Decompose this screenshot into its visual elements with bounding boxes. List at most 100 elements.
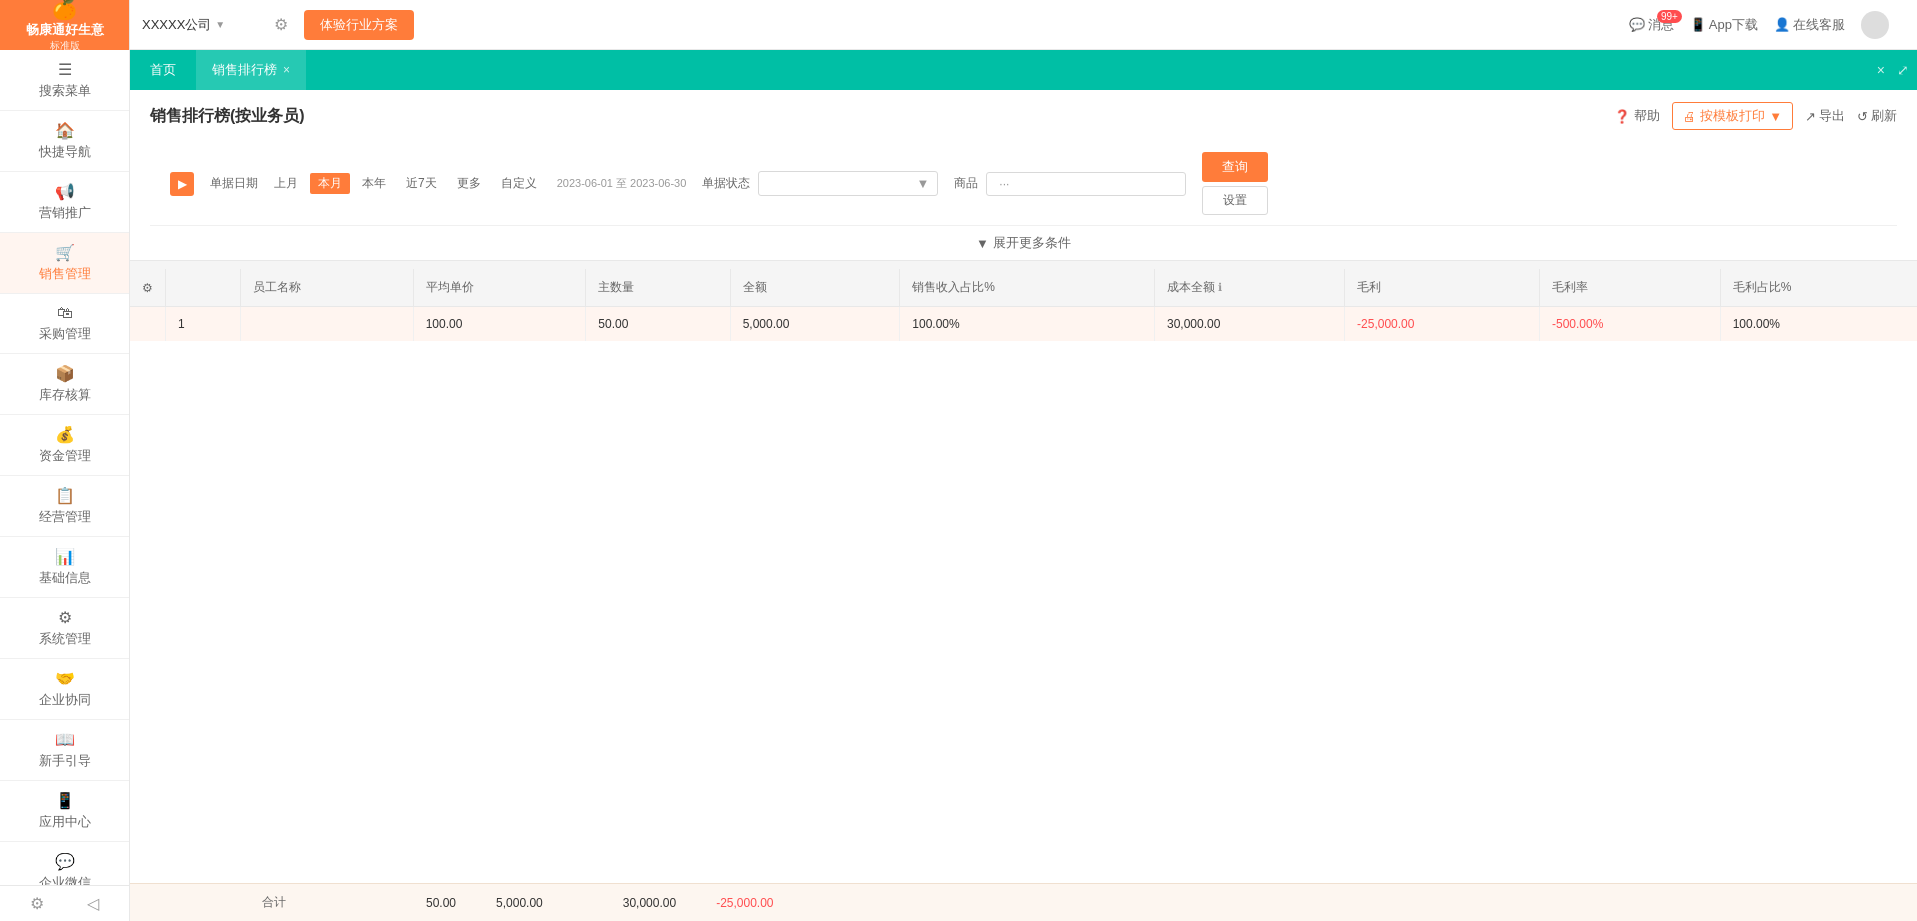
company-dropdown-icon: ▼	[215, 19, 225, 30]
sidebar-label-sales: 销售管理	[39, 265, 91, 283]
expand-label: 展开更多条件	[993, 234, 1071, 252]
message-icon: 💬	[1629, 17, 1645, 32]
sidebar-item-quicknav[interactable]: 🏠快捷导航	[0, 111, 129, 172]
status-select-arrow: ▼	[916, 176, 929, 191]
refresh-label: 刷新	[1871, 107, 1897, 125]
page-title: 销售排行榜(按业务员)	[150, 106, 305, 127]
help-button[interactable]: ❓ 帮助	[1614, 107, 1660, 125]
page-content: 销售排行榜(按业务员) ❓ 帮助 🖨 按模板打印 ▼ ↗ 导出	[130, 90, 1917, 921]
date-opt-current-month[interactable]: 本月	[310, 173, 350, 194]
tab-home[interactable]: 首页	[130, 50, 196, 90]
date-opt-more[interactable]: 更多	[449, 173, 489, 194]
sidebar-label-collab: 企业协同	[39, 691, 91, 709]
sidebar-label-system: 系统管理	[39, 630, 91, 648]
help-label: 帮助	[1634, 107, 1660, 125]
cell-gross-pct-0: 100.00%	[1720, 307, 1917, 342]
tab-bar: 首页 销售排行榜 × × ⤢	[130, 50, 1917, 90]
date-opt-current-year[interactable]: 本年	[354, 173, 394, 194]
cell-sales-pct-0: 100.00%	[900, 307, 1155, 342]
sidebar-item-inventory[interactable]: 📦库存核算	[0, 354, 129, 415]
avatar[interactable]	[1861, 11, 1889, 39]
sidebar-item-basics[interactable]: 📊基础信息	[0, 537, 129, 598]
collapse-sidebar-icon[interactable]: ◁	[87, 894, 99, 913]
sidebar-item-system[interactable]: ⚙系统管理	[0, 598, 129, 659]
sidebar-item-sales[interactable]: 🛒销售管理	[0, 233, 129, 294]
th-gross-pct: 毛利占比%	[1720, 269, 1917, 307]
tab-close-icon[interactable]: ×	[283, 63, 290, 77]
sidebar-label-finance: 资金管理	[39, 447, 91, 465]
th-amount: 全额	[730, 269, 900, 307]
trial-button[interactable]: 体验行业方案	[304, 10, 414, 40]
cell-amount-0: 5,000.00	[730, 307, 900, 342]
message-button[interactable]: 💬 消息 99+	[1629, 16, 1674, 34]
sidebar-item-operations[interactable]: 📋经营管理	[0, 476, 129, 537]
footer-amount: 5,000.00	[496, 896, 543, 910]
service-label: 在线客服	[1793, 16, 1845, 34]
expand-more-filters-button[interactable]: ▼ 展开更多条件	[150, 225, 1897, 260]
company-name: XXXXX公司	[142, 16, 211, 34]
th-gear[interactable]: ⚙	[130, 269, 166, 307]
goods-filter-group: 商品 ···	[954, 172, 1186, 196]
filter-collapse-button[interactable]: ▶	[170, 172, 194, 196]
sidebar-item-finance[interactable]: 💰资金管理	[0, 415, 129, 476]
goods-select[interactable]: ···	[986, 172, 1186, 196]
sidebar-label-purchase: 采购管理	[39, 325, 91, 343]
date-opt-custom[interactable]: 自定义	[493, 173, 545, 194]
cell-avg-price-0: 100.00	[413, 307, 586, 342]
sidebar-item-apps[interactable]: 📱应用中心	[0, 781, 129, 842]
sidebar-item-search[interactable]: ☰搜索菜单	[0, 50, 129, 111]
th-sales-pct: 销售收入占比%	[900, 269, 1155, 307]
app-download-label: App下载	[1709, 16, 1758, 34]
date-opt-last-month[interactable]: 上月	[266, 173, 306, 194]
sidebar: 🍊 畅康通好生意 标准版 ☰搜索菜单🏠快捷导航📢营销推广🛒销售管理🛍采购管理📦库…	[0, 0, 130, 921]
inventory-icon: 📦	[55, 364, 75, 383]
print-button[interactable]: 🖨 按模板打印 ▼	[1672, 102, 1793, 130]
sidebar-item-marketing[interactable]: 📢营销推广	[0, 172, 129, 233]
table-footer: 合计 50.00 5,000.00 30,000.00 -25,000.00	[130, 883, 1917, 921]
sidebar-item-collab[interactable]: 🤝企业协同	[0, 659, 129, 720]
service-icon: 👤	[1774, 17, 1790, 32]
sidebar-item-purchase[interactable]: 🛍采购管理	[0, 294, 129, 354]
date-range-display: 2023-06-01 至 2023-06-30	[557, 176, 687, 191]
app-download-button[interactable]: 📱 App下载	[1690, 16, 1758, 34]
query-button[interactable]: 查询	[1202, 152, 1268, 182]
export-label: 导出	[1819, 107, 1845, 125]
refresh-button[interactable]: ↺ 刷新	[1857, 107, 1897, 125]
expand-window-icon[interactable]: ⤢	[1897, 62, 1909, 78]
th-gross: 毛利	[1345, 269, 1540, 307]
th-gross-rate: 毛利率	[1539, 269, 1720, 307]
cell-gross-rate-0: -500.00%	[1539, 307, 1720, 342]
sidebar-label-apps: 应用中心	[39, 813, 91, 831]
status-filter-group: 单据状态 ▼	[702, 171, 938, 196]
print-label: 按模板打印	[1700, 107, 1765, 125]
th-rank	[166, 269, 241, 307]
wechat-icon: 💬	[55, 852, 75, 871]
company-gear-icon[interactable]: ⚙	[274, 15, 288, 34]
setting-button[interactable]: 设置	[1202, 186, 1268, 215]
settings-bottom-icon[interactable]: ⚙	[30, 894, 44, 913]
goods-more-icon[interactable]: ···	[999, 177, 1009, 191]
print-icon: 🖨	[1683, 109, 1696, 124]
export-icon: ↗	[1805, 109, 1816, 124]
status-filter-label: 单据状态	[702, 175, 750, 192]
close-window-icon[interactable]: ×	[1877, 62, 1885, 78]
logo-title: 畅康通好生意	[26, 21, 104, 39]
footer-total-label: 合计	[262, 894, 286, 911]
status-select[interactable]: ▼	[758, 171, 938, 196]
sidebar-item-guide[interactable]: 📖新手引导	[0, 720, 129, 781]
th-avg-price: 平均单价	[413, 269, 586, 307]
goods-filter-label: 商品	[954, 175, 978, 192]
sidebar-item-wechat[interactable]: 💬企业微信	[0, 842, 129, 885]
message-badge: 99+	[1657, 10, 1682, 23]
online-service-button[interactable]: 👤 在线客服	[1774, 16, 1845, 34]
page-header: 销售排行榜(按业务员) ❓ 帮助 🖨 按模板打印 ▼ ↗ 导出	[130, 90, 1917, 261]
page-actions: ❓ 帮助 🖨 按模板打印 ▼ ↗ 导出 ↺ 刷新	[1614, 102, 1897, 130]
sidebar-label-basics: 基础信息	[39, 569, 91, 587]
app-download-icon: 📱	[1690, 17, 1706, 32]
company-selector[interactable]: XXXXX公司 ▼	[142, 16, 262, 34]
date-opt-7days[interactable]: 近7天	[398, 173, 445, 194]
help-icon: ❓	[1614, 109, 1630, 124]
date-filter-group: 单据日期 上月 本月 本年 近7天 更多 自定义 2023-06-01 至 20…	[210, 173, 686, 194]
export-button[interactable]: ↗ 导出	[1805, 107, 1845, 125]
tab-sales-ranking[interactable]: 销售排行榜 ×	[196, 50, 306, 90]
